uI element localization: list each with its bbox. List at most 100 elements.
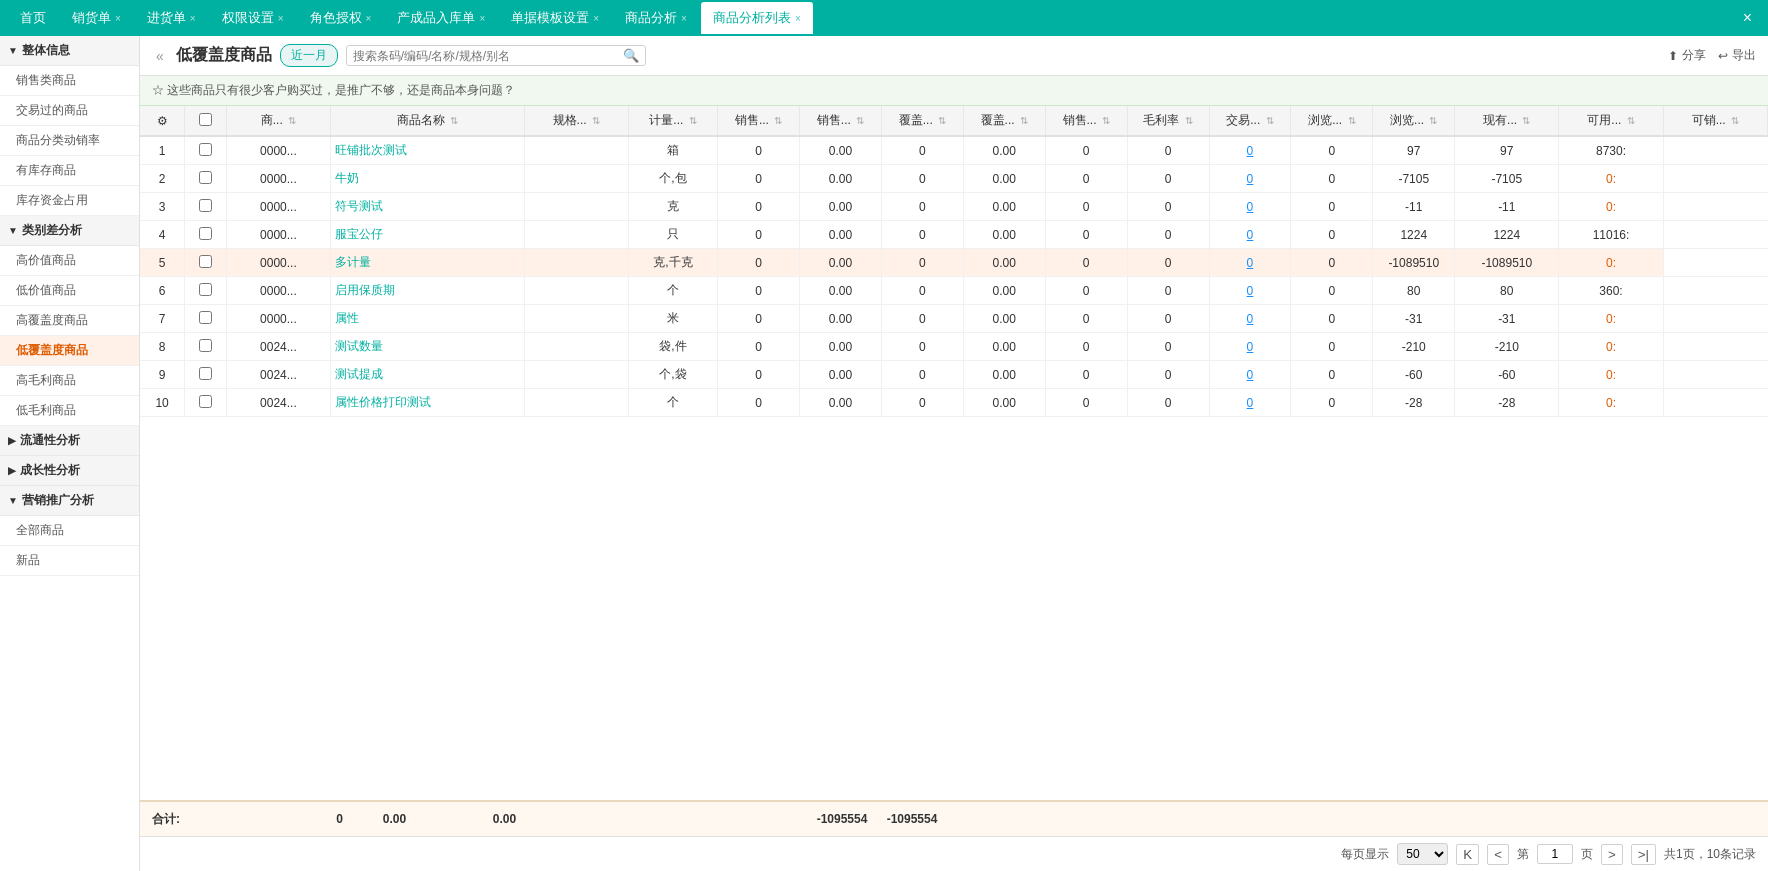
nav-tab-template[interactable]: 单据模板设置 × [499,2,611,34]
nav-tab-purchase[interactable]: 进货单 × [135,2,208,34]
sellable-col-header[interactable]: 可销... ⇅ [1663,106,1767,136]
sort-icon: ⇅ [938,115,946,126]
checkbox-col-header[interactable] [185,106,227,136]
close-icon[interactable]: × [795,13,801,24]
per-page-select[interactable]: 50 20 100 [1397,843,1448,865]
row-name[interactable]: 多计量 [331,249,525,277]
prev-page-button[interactable]: < [1487,844,1509,865]
sales2-col-header[interactable]: 销售... ⇅ [800,106,882,136]
row-trade[interactable]: 0 [1209,305,1291,333]
row-checkbox[interactable] [185,249,227,277]
row-name[interactable]: 符号测试 [331,193,525,221]
row-name[interactable]: 牛奶 [331,165,525,193]
sidebar-group-flow[interactable]: ▶ 流通性分析 [0,426,139,456]
unit-col-header[interactable]: 计量... ⇅ [628,106,717,136]
row-name[interactable]: 属性 [331,305,525,333]
spec-col-header[interactable]: 规格... ⇅ [524,106,628,136]
row-name[interactable]: 服宝公仔 [331,221,525,249]
row-name[interactable]: 测试数量 [331,333,525,361]
coverage1-col-header[interactable]: 覆盖... ⇅ [881,106,963,136]
first-page-button[interactable]: K [1456,844,1479,865]
row-trade[interactable]: 0 [1209,361,1291,389]
sidebar-item-low-margin[interactable]: 低毛利商品 [0,396,139,426]
margin-col-header[interactable]: 毛利率 ⇅ [1127,106,1209,136]
close-icon[interactable]: × [190,13,196,24]
sidebar-item-capital[interactable]: 库存资金占用 [0,186,139,216]
sales3-col-header[interactable]: 销售... ⇅ [1045,106,1127,136]
row-trade[interactable]: 0 [1209,277,1291,305]
code-col-header[interactable]: 商... ⇅ [226,106,330,136]
nav-tab-roles[interactable]: 角色授权 × [298,2,384,34]
sidebar-item-high-margin[interactable]: 高毛利商品 [0,366,139,396]
nav-tab-product-entry[interactable]: 产成品入库单 × [385,2,497,34]
row-checkbox[interactable] [185,277,227,305]
row-trade[interactable]: 0 [1209,136,1291,165]
select-all-checkbox[interactable] [199,113,212,126]
window-close-button[interactable]: × [1735,5,1760,31]
row-available: 1224 [1455,221,1559,249]
close-icon[interactable]: × [479,13,485,24]
row-checkbox[interactable] [185,165,227,193]
row-trade[interactable]: 0 [1209,249,1291,277]
period-button[interactable]: 近一月 [280,44,338,67]
close-icon[interactable]: × [115,13,121,24]
sidebar-item-all-goods[interactable]: 全部商品 [0,516,139,546]
sidebar-group-growth[interactable]: ▶ 成长性分析 [0,456,139,486]
page-number-input[interactable] [1537,844,1573,864]
close-icon[interactable]: × [278,13,284,24]
row-trade[interactable]: 0 [1209,165,1291,193]
last-page-button[interactable]: >| [1631,844,1656,865]
close-icon[interactable]: × [593,13,599,24]
table-wrapper[interactable]: ⚙ 商... ⇅ 商品名称 ⇅ 规格... ⇅ 计量... ⇅ 销售... ⇅ … [140,106,1768,800]
row-name[interactable]: 旺铺批次测试 [331,136,525,165]
nav-tab-sales[interactable]: 销货单 × [60,2,133,34]
row-name[interactable]: 属性价格打印测试 [331,389,525,417]
row-checkbox[interactable] [185,361,227,389]
sidebar-item-high-value[interactable]: 高价值商品 [0,246,139,276]
row-name[interactable]: 启用保质期 [331,277,525,305]
current-col-header[interactable]: 现有... ⇅ [1455,106,1559,136]
row-name[interactable]: 测试提成 [331,361,525,389]
share-button[interactable]: ⬆ 分享 [1668,47,1706,64]
close-icon[interactable]: × [366,13,372,24]
settings-col-header[interactable]: ⚙ [140,106,185,136]
sidebar-item-traded-goods[interactable]: 交易过的商品 [0,96,139,126]
sidebar-item-high-coverage[interactable]: 高覆盖度商品 [0,306,139,336]
row-checkbox[interactable] [185,305,227,333]
close-icon[interactable]: × [681,13,687,24]
row-checkbox[interactable] [185,333,227,361]
row-checkbox[interactable] [185,221,227,249]
row-trade[interactable]: 0 [1209,389,1291,417]
row-trade[interactable]: 0 [1209,221,1291,249]
browse1-col-header[interactable]: 浏览... ⇅ [1291,106,1373,136]
search-input[interactable] [353,49,619,63]
export-button[interactable]: ↩ 导出 [1718,47,1756,64]
nav-tab-analysis-list[interactable]: 商品分析列表 × [701,2,813,34]
search-icon[interactable]: 🔍 [623,48,639,63]
collapse-sidebar-button[interactable]: « [152,46,168,66]
sidebar-item-low-value[interactable]: 低价值商品 [0,276,139,306]
next-page-button[interactable]: > [1601,844,1623,865]
row-trade[interactable]: 0 [1209,193,1291,221]
name-col-header[interactable]: 商品名称 ⇅ [331,106,525,136]
browse2-col-header[interactable]: 浏览... ⇅ [1373,106,1455,136]
row-trade[interactable]: 0 [1209,333,1291,361]
sidebar-item-low-coverage[interactable]: 低覆盖度商品 [0,336,139,366]
nav-tab-permissions[interactable]: 权限设置 × [210,2,296,34]
sales1-col-header[interactable]: 销售... ⇅ [718,106,800,136]
sidebar-item-new-goods[interactable]: 新品 [0,546,139,576]
sidebar-group-category[interactable]: ▼ 类别差分析 [0,216,139,246]
nav-tab-home[interactable]: 首页 [8,2,58,34]
row-checkbox[interactable] [185,136,227,165]
coverage2-col-header[interactable]: 覆盖... ⇅ [963,106,1045,136]
available-col-header[interactable]: 可用... ⇅ [1559,106,1663,136]
sidebar-item-sales-goods[interactable]: 销售类商品 [0,66,139,96]
sidebar-group-overall[interactable]: ▼ 整体信息 [0,36,139,66]
sidebar-item-category-turnover[interactable]: 商品分类动销率 [0,126,139,156]
row-checkbox[interactable] [185,389,227,417]
row-checkbox[interactable] [185,193,227,221]
sidebar-group-marketing[interactable]: ▼ 营销推广分析 [0,486,139,516]
nav-tab-analysis[interactable]: 商品分析 × [613,2,699,34]
sidebar-item-in-stock[interactable]: 有库存商品 [0,156,139,186]
trade-col-header[interactable]: 交易... ⇅ [1209,106,1291,136]
